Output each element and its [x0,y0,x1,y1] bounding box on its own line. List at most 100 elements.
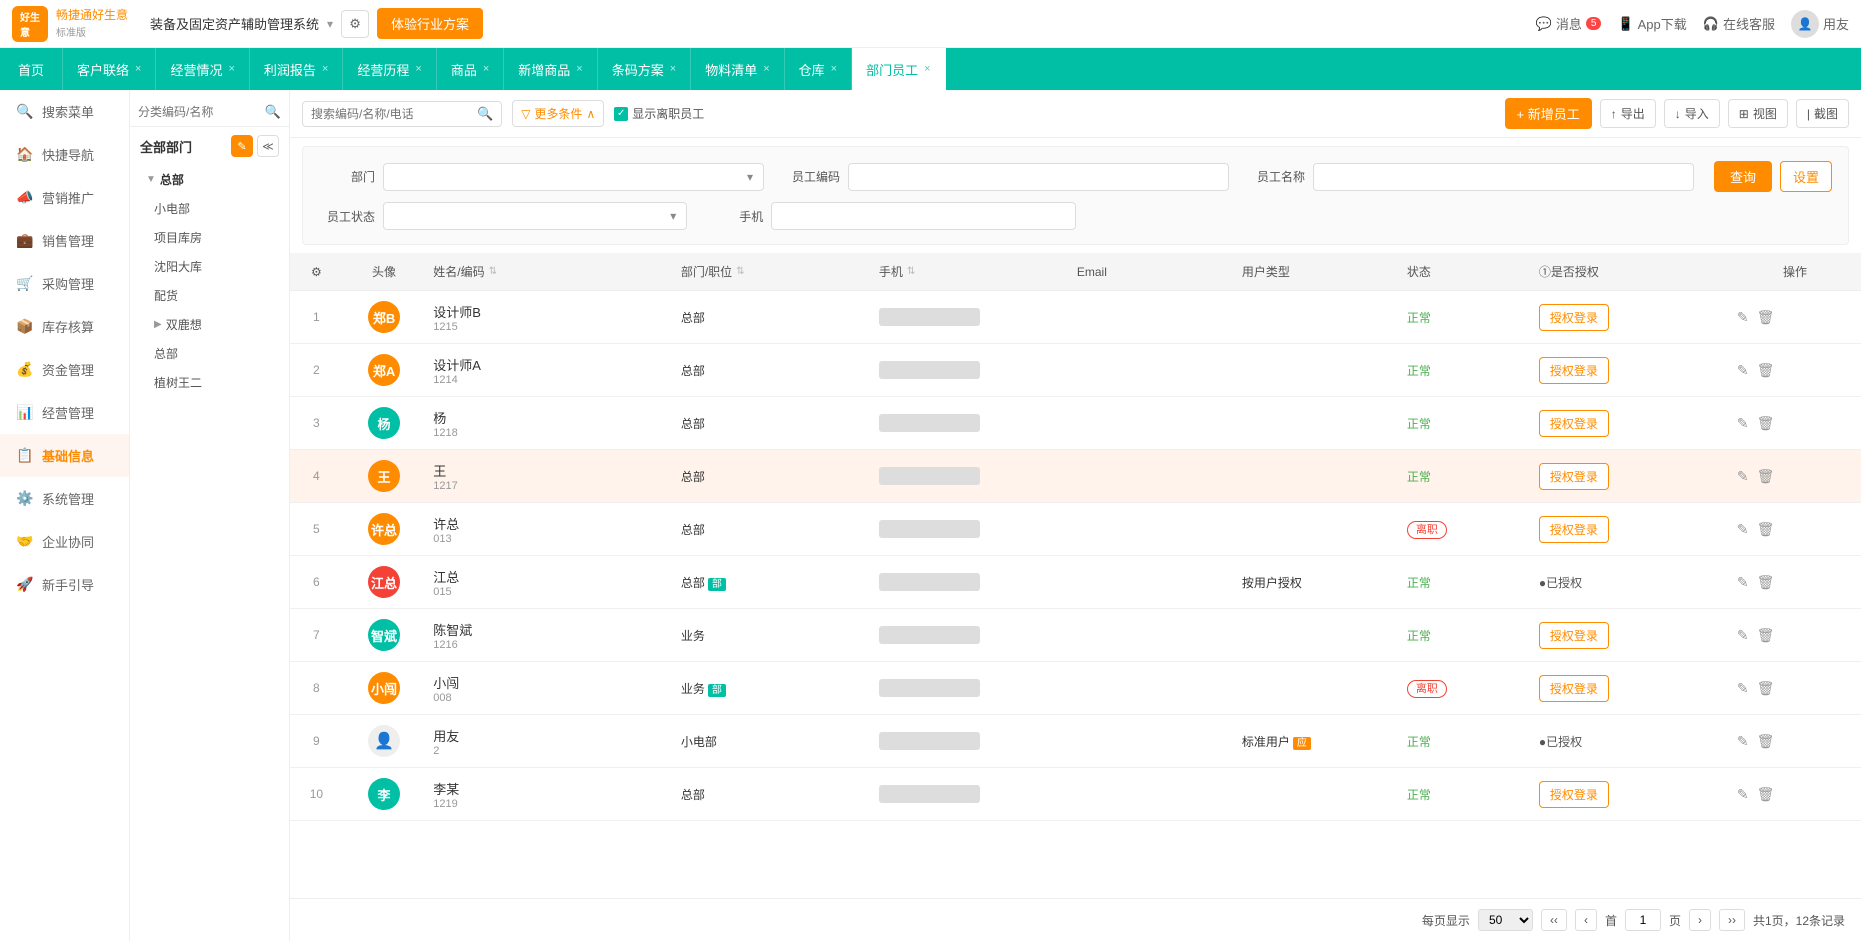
th-setting[interactable]: ⚙ [290,253,343,291]
dept-item-project[interactable]: 项目库房 [130,223,289,252]
tab-warehouse[interactable]: 仓库 × [785,48,852,90]
search-input[interactable] [311,107,471,121]
tab-close-goods[interactable]: × [483,63,489,75]
delete-icon[interactable]: 🗑 [1757,574,1775,591]
tab-business[interactable]: 经营情况 × [156,48,249,90]
show-resigned-toggle[interactable]: ✓ 显示离职员工 [614,105,704,122]
dept-item-shuanglu[interactable]: ▶ 双鹿想 [130,310,289,339]
delete-icon[interactable]: 🗑 [1757,733,1775,750]
tab-bom[interactable]: 物料清单 × [691,48,784,90]
th-dept[interactable]: 部门/职位⇅ [673,253,871,291]
sidebar-item-operation[interactable]: 📊 经营管理 [0,391,129,434]
gear-button[interactable]: ⚙ [341,10,369,38]
print-button[interactable]: | 截图 [1796,99,1849,128]
sidebar-item-system[interactable]: ⚙️ 系统管理 [0,477,129,520]
export-button[interactable]: ↑ 导出 [1600,99,1656,128]
tab-close-barcode[interactable]: × [670,63,676,75]
sidebar-item-inventory[interactable]: 📦 库存核算 [0,305,129,348]
app-download-button[interactable]: 📱 App下载 [1617,14,1686,33]
edit-icon[interactable]: ✎ [1737,362,1749,379]
sidebar-item-search[interactable]: 🔍 搜索菜单 [0,90,129,133]
edit-icon[interactable]: ✎ [1737,415,1749,432]
sidebar-item-nav[interactable]: 🏠 快捷导航 [0,133,129,176]
sidebar-item-marketing[interactable]: 📣 营销推广 [0,176,129,219]
dept-item-peihuo[interactable]: 配货 [130,281,289,310]
message-button[interactable]: 💬 消息 5 [1536,14,1602,33]
edit-icon[interactable]: ✎ [1737,786,1749,803]
dept-item-xiaodian[interactable]: 小电部 [130,194,289,223]
sidebar-item-basic[interactable]: 📋 基础信息 [0,434,129,477]
auth-button[interactable]: 授权登录 [1539,410,1609,437]
tab-new-goods[interactable]: 新增商品 × [504,48,597,90]
delete-icon[interactable]: 🗑 [1757,415,1775,432]
service-button[interactable]: 🎧 在线客服 [1703,14,1775,33]
edit-icon[interactable]: ✎ [1737,574,1749,591]
tab-history[interactable]: 经营历程 × [343,48,436,90]
tab-close-customer[interactable]: × [135,63,141,75]
auth-button[interactable]: 授权登录 [1539,781,1609,808]
dept-search-box[interactable]: 🔍 [130,98,289,127]
dept-select[interactable]: ▾ [383,163,764,191]
system-arrow-icon[interactable]: ▾ [327,17,333,31]
trial-button[interactable]: 体验行业方案 [377,8,483,39]
tab-profit[interactable]: 利润报告 × [250,48,343,90]
tab-home[interactable]: 首页 [0,48,63,90]
auth-button[interactable]: 授权登录 [1539,516,1609,543]
set-button[interactable]: 设置 [1780,161,1832,192]
dept-item-zongbu[interactable]: 总部 [130,339,289,368]
edit-icon[interactable]: ✎ [1737,627,1749,644]
edit-icon[interactable]: ✎ [1737,521,1749,538]
tab-customer[interactable]: 客户联络 × [63,48,156,90]
user-menu[interactable]: 👤 用友 [1791,10,1849,38]
delete-icon[interactable]: 🗑 [1757,362,1775,379]
query-button[interactable]: 查询 [1714,161,1772,192]
edit-icon[interactable]: ✎ [1737,309,1749,326]
delete-icon[interactable]: 🗑 [1757,309,1775,326]
auth-button[interactable]: 授权登录 [1539,357,1609,384]
tab-employees[interactable]: 部门员工 × [852,48,945,90]
import-button[interactable]: ↓ 导入 [1664,99,1720,128]
tab-goods[interactable]: 商品 × [437,48,504,90]
edit-icon[interactable]: ✎ [1737,468,1749,485]
th-name[interactable]: 姓名/编码⇅ [425,253,673,291]
dept-group-root[interactable]: ▼ 总部 [130,165,289,194]
emp-code-input[interactable] [848,163,1229,191]
tab-close-warehouse[interactable]: × [831,63,837,75]
auth-button[interactable]: 授权登录 [1539,622,1609,649]
tab-close-new-goods[interactable]: × [576,63,582,75]
tab-close-profit[interactable]: × [322,63,328,75]
emp-name-input[interactable] [1313,163,1694,191]
phone-input[interactable] [771,202,1075,230]
tab-barcode[interactable]: 条码方案 × [598,48,691,90]
tab-close-business[interactable]: × [228,63,234,75]
sidebar-item-guide[interactable]: 🚀 新手引导 [0,563,129,606]
search-box[interactable]: 🔍 [302,101,502,127]
dept-item-shenyang[interactable]: 沈阳大库 [130,252,289,281]
more-filter-button[interactable]: ▽ 更多条件 ∧ [512,100,604,127]
delete-icon[interactable]: 🗑 [1757,521,1775,538]
add-employee-button[interactable]: + 新增员工 [1505,98,1592,129]
delete-icon[interactable]: 🗑 [1757,680,1775,697]
first-page-button[interactable]: ‹‹ [1541,909,1567,931]
auth-button[interactable]: 授权登录 [1539,463,1609,490]
sidebar-item-sales[interactable]: 💼 销售管理 [0,219,129,262]
dept-collapse-icon[interactable]: ≪ [257,135,279,157]
last-page-button[interactable]: ›› [1719,909,1745,931]
auth-button[interactable]: 授权登录 [1539,304,1609,331]
delete-icon[interactable]: 🗑 [1757,468,1775,485]
dept-search-input[interactable] [138,105,265,119]
view-button[interactable]: ⊞ 视图 [1728,99,1788,128]
sidebar-item-finance[interactable]: 💰 资金管理 [0,348,129,391]
tab-close-history[interactable]: × [415,63,421,75]
sidebar-item-purchase[interactable]: 🛒 采购管理 [0,262,129,305]
dept-add-icon[interactable]: ✎ [231,135,253,157]
auth-button[interactable]: 授权登录 [1539,675,1609,702]
tab-close-bom[interactable]: × [763,63,769,75]
next-page-button[interactable]: › [1689,909,1711,931]
prev-page-button[interactable]: ‹ [1575,909,1597,931]
delete-icon[interactable]: 🗑 [1757,627,1775,644]
status-select[interactable]: ▾ [383,202,687,230]
dept-item-zhushu[interactable]: 植树王二 [130,368,289,397]
delete-icon[interactable]: 🗑 [1757,786,1775,803]
th-phone[interactable]: 手机⇅ [871,253,1069,291]
